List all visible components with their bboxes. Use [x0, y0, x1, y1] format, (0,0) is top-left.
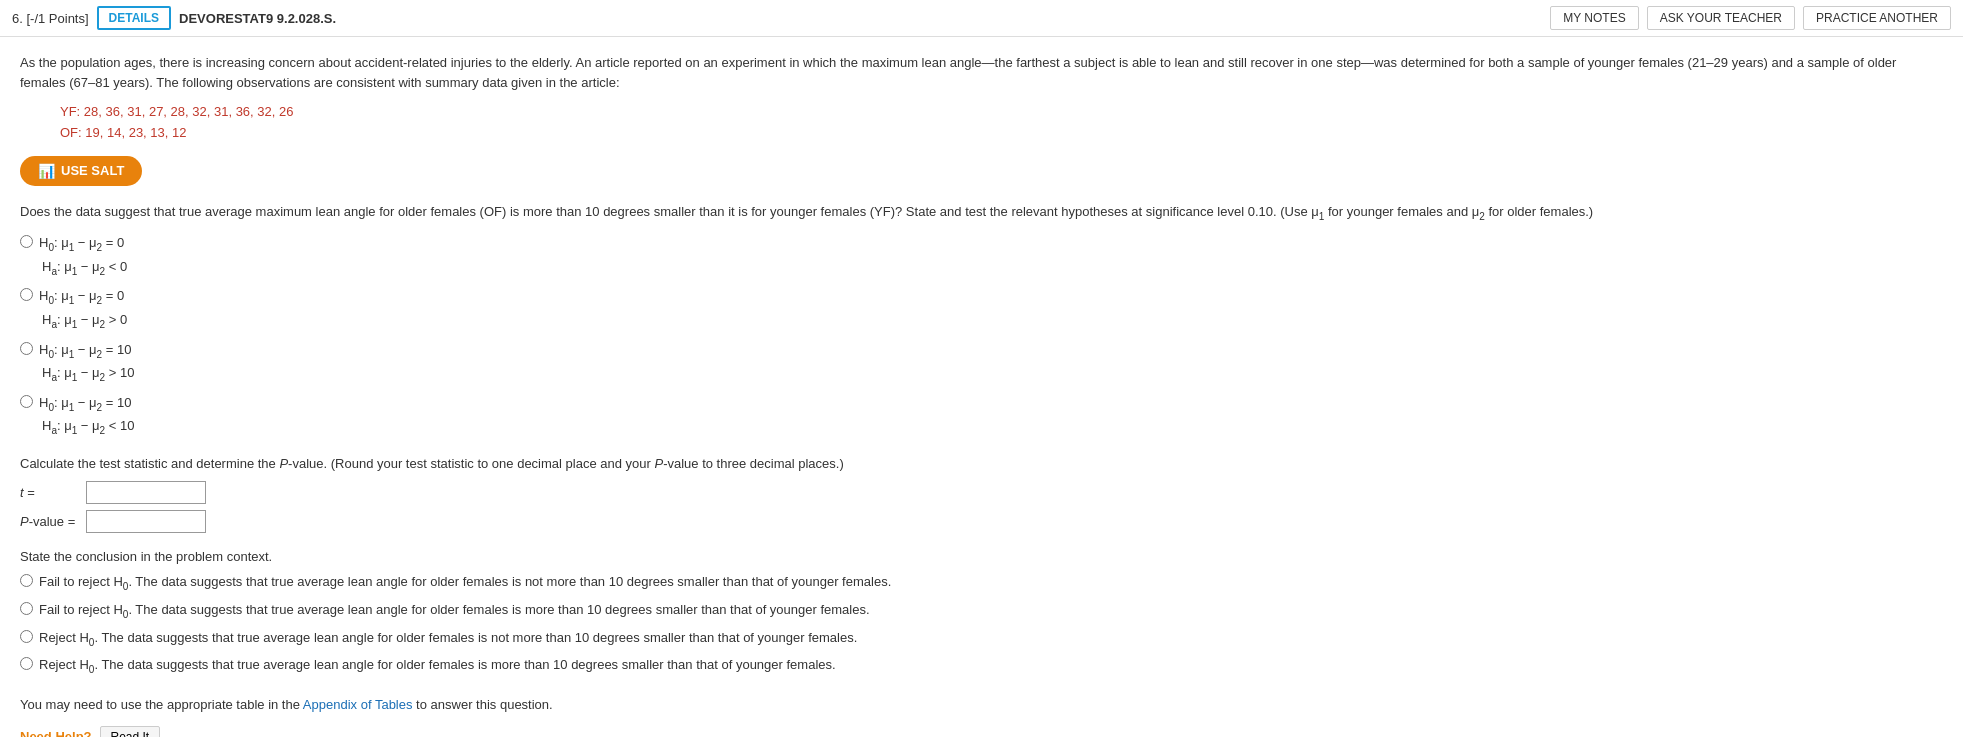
yf-label: YF: — [60, 104, 80, 119]
table-note-before: You may need to use the appropriate tabl… — [20, 697, 300, 712]
calc-instruction: Calculate the test statistic and determi… — [20, 454, 1943, 474]
h0-1: H0: μ1 − μ2 = 0 — [39, 233, 124, 255]
details-button[interactable]: DETAILS — [97, 6, 171, 30]
my-notes-button[interactable]: MY NOTES — [1550, 6, 1638, 30]
ha-3: Ha: μ1 − μ2 > 10 — [42, 363, 1943, 385]
hypothesis-radio-1[interactable] — [20, 235, 33, 248]
calculate-section: Calculate the test statistic and determi… — [20, 454, 1943, 534]
hypothesis-options: H0: μ1 − μ2 = 0 Ha: μ1 − μ2 < 0 H0: μ1 −… — [20, 233, 1943, 438]
h0-3: H0: μ1 − μ2 = 10 — [39, 340, 131, 362]
h0-2: H0: μ1 − μ2 = 0 — [39, 286, 124, 308]
help-row: Need Help? Read It — [20, 726, 1943, 737]
practice-another-button[interactable]: PRACTICE ANOTHER — [1803, 6, 1951, 30]
top-bar: 6. [-/1 Points] DETAILS DEVORESTAT9 9.2.… — [0, 0, 1963, 37]
use-salt-button[interactable]: 📊 USE SALT — [20, 156, 142, 186]
conclusion-option-3: Reject H0. The data suggests that true a… — [20, 628, 1943, 650]
main-content: As the population ages, there is increas… — [0, 37, 1963, 737]
ha-2: Ha: μ1 − μ2 > 0 — [42, 310, 1943, 332]
yf-data-line: YF: 28, 36, 31, 27, 28, 32, 31, 36, 32, … — [60, 102, 1943, 123]
intro-text: As the population ages, there is increas… — [20, 53, 1943, 92]
salt-icon: 📊 — [38, 163, 55, 179]
conclusion-text-1[interactable]: Fail to reject H0. The data suggests tha… — [39, 572, 891, 594]
conclusion-radio-1[interactable] — [20, 574, 33, 587]
need-help-label: Need Help? — [20, 729, 92, 737]
of-data: 19, 14, 23, 13, 12 — [85, 125, 186, 140]
question-text: Does the data suggest that true average … — [20, 202, 1943, 224]
conclusion-radio-4[interactable] — [20, 657, 33, 670]
conclusion-radio-3[interactable] — [20, 630, 33, 643]
of-data-line: OF: 19, 14, 23, 13, 12 — [60, 123, 1943, 144]
t-input-row: t = — [20, 481, 1943, 504]
ha-1: Ha: μ1 − μ2 < 0 — [42, 257, 1943, 279]
top-bar-left: 6. [-/1 Points] DETAILS DEVORESTAT9 9.2.… — [12, 6, 1540, 30]
conclusion-option-2: Fail to reject H0. The data suggests tha… — [20, 600, 1943, 622]
yf-data: 28, 36, 31, 27, 28, 32, 31, 36, 32, 26 — [84, 104, 294, 119]
appendix-link[interactable]: Appendix of Tables — [303, 697, 413, 712]
problem-id: DEVORESTAT9 9.2.028.S. — [179, 11, 336, 26]
conclusion-radio-2[interactable] — [20, 602, 33, 615]
top-bar-right: MY NOTES ASK YOUR TEACHER PRACTICE ANOTH… — [1550, 6, 1951, 30]
hypothesis-option-2: H0: μ1 − μ2 = 0 Ha: μ1 − μ2 > 0 — [20, 286, 1943, 331]
ha-4: Ha: μ1 − μ2 < 10 — [42, 416, 1943, 438]
of-label: OF: — [60, 125, 82, 140]
table-note: You may need to use the appropriate tabl… — [20, 697, 1943, 712]
table-note-after: to answer this question. — [416, 697, 553, 712]
conclusion-text-3[interactable]: Reject H0. The data suggests that true a… — [39, 628, 857, 650]
conclusion-section: State the conclusion in the problem cont… — [20, 549, 1943, 676]
hypothesis-option-1: H0: μ1 − μ2 = 0 Ha: μ1 − μ2 < 0 — [20, 233, 1943, 278]
hypothesis-radio-4[interactable] — [20, 395, 33, 408]
hypothesis-option-4: H0: μ1 − μ2 = 10 Ha: μ1 − μ2 < 10 — [20, 393, 1943, 438]
conclusion-text-2[interactable]: Fail to reject H0. The data suggests tha… — [39, 600, 870, 622]
pvalue-input[interactable] — [86, 510, 206, 533]
h0-4: H0: μ1 − μ2 = 10 — [39, 393, 131, 415]
conclusion-option-1: Fail to reject H0. The data suggests tha… — [20, 572, 1943, 594]
hypothesis-radio-3[interactable] — [20, 342, 33, 355]
hypothesis-radio-2[interactable] — [20, 288, 33, 301]
pvalue-label: P-value = — [20, 514, 80, 529]
pvalue-input-row: P-value = — [20, 510, 1943, 533]
t-input[interactable] — [86, 481, 206, 504]
points-label: 6. [-/1 Points] — [12, 11, 89, 26]
salt-btn-label: USE SALT — [61, 163, 124, 178]
conclusion-label: State the conclusion in the problem cont… — [20, 549, 1943, 564]
read-it-button[interactable]: Read It — [100, 726, 161, 737]
conclusion-text-4[interactable]: Reject H0. The data suggests that true a… — [39, 655, 836, 677]
ask-teacher-button[interactable]: ASK YOUR TEACHER — [1647, 6, 1795, 30]
hypothesis-option-3: H0: μ1 − μ2 = 10 Ha: μ1 − μ2 > 10 — [20, 340, 1943, 385]
data-section: YF: 28, 36, 31, 27, 28, 32, 31, 36, 32, … — [20, 102, 1943, 144]
conclusion-option-4: Reject H0. The data suggests that true a… — [20, 655, 1943, 677]
t-label: t = — [20, 485, 80, 500]
